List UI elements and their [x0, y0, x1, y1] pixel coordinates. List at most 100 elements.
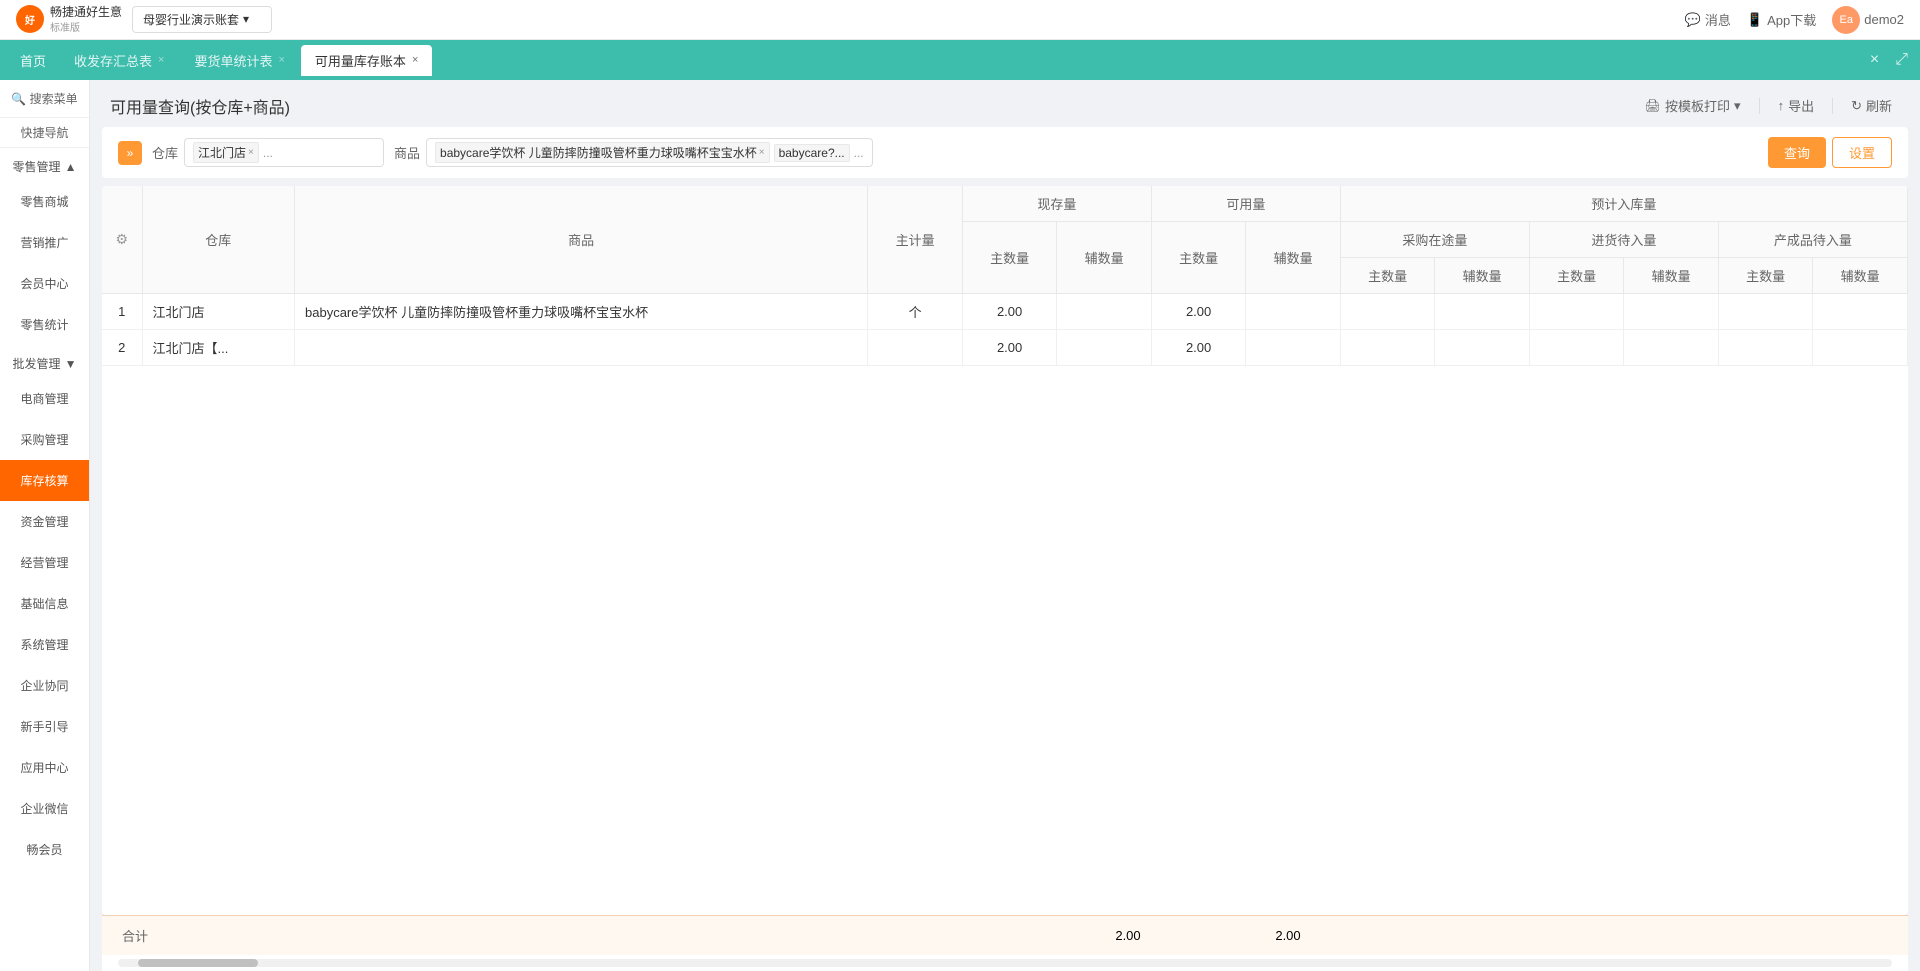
sidebar-item-purchase[interactable]: 采购管理	[0, 419, 89, 460]
tab-receipt-summary[interactable]: 收发存汇总表 ×	[60, 45, 178, 76]
refresh-label: 刷新	[1866, 96, 1892, 115]
print-btn[interactable]: 🖨 按模板打印 ▾	[1637, 92, 1749, 119]
tab-receipt-summary-close[interactable]: ×	[158, 54, 164, 66]
app-icon: 📱	[1747, 12, 1763, 28]
th-purchase-group: 采购在途量	[1340, 222, 1529, 258]
top-bar-left: 好 畅捷通好生意 标准版 母婴行业演示账套 ▾	[16, 5, 272, 34]
setting-button[interactable]: 设置	[1832, 137, 1892, 168]
warehouse-tag: 江北门店 ×	[193, 142, 259, 163]
sidebar-item-finance[interactable]: 资金管理	[0, 501, 89, 542]
logo-text: 畅捷通好生意	[50, 5, 122, 19]
sidebar-item-retail-mgmt[interactable]: 零售管理 ▲	[0, 148, 89, 181]
app-download-btn[interactable]: 📱 App下载	[1747, 10, 1816, 29]
nav-tabs: 首页 收发存汇总表 × 要货单统计表 × 可用量库存账本 × × ⤢	[0, 40, 1920, 80]
sidebar-quick-nav[interactable]: 快捷导航	[0, 118, 89, 148]
sidebar-item-enterprise-collab[interactable]: 企业协同	[0, 665, 89, 706]
filter-expand-btn[interactable]: »	[118, 141, 142, 165]
cell-avail-sub	[1246, 330, 1341, 366]
chevron-down-icon: ▾	[243, 12, 249, 26]
horizontal-scrollbar[interactable]	[118, 959, 1892, 967]
chevron-icon: ▲	[65, 160, 77, 174]
th-warehouse: 仓库	[142, 186, 295, 294]
settings-gear-icon[interactable]: ⚙	[115, 231, 128, 247]
sidebar-item-inventory[interactable]: 库存核算	[0, 460, 89, 501]
cell-inbound-sub	[1624, 330, 1719, 366]
sidebar-item-marketing[interactable]: 营销推广	[0, 222, 89, 263]
tab-receipt-summary-label: 收发存汇总表	[74, 51, 152, 70]
tab-home[interactable]: 首页	[8, 45, 58, 76]
cell-production-main	[1718, 330, 1813, 366]
th-avail-group: 可用量	[1151, 186, 1340, 222]
sidebar-item-basic-info[interactable]: 基础信息	[0, 583, 89, 624]
cell-purchase-sub	[1435, 330, 1530, 366]
sidebar-item-retail-mall[interactable]: 零售商城	[0, 181, 89, 222]
sidebar-item-member-center[interactable]: 会员中心	[0, 263, 89, 304]
cell-purchase-sub	[1435, 294, 1530, 330]
refresh-btn[interactable]: ↻ 刷新	[1843, 92, 1900, 119]
message-btn[interactable]: 💬 消息	[1685, 10, 1731, 29]
tab-available-inventory[interactable]: 可用量库存账本 ×	[301, 45, 432, 76]
cell-avail-main: 2.00	[1151, 294, 1246, 330]
cell-seq: 1	[102, 294, 142, 330]
avatar: Ea	[1832, 6, 1860, 34]
warehouse-tag-close[interactable]: ×	[248, 147, 254, 158]
industry-selector[interactable]: 母婴行业演示账套 ▾	[132, 6, 272, 33]
warehouse-more[interactable]: ...	[263, 146, 273, 160]
tab-available-inventory-close[interactable]: ×	[412, 54, 418, 66]
nav-close-btn[interactable]: ×	[1866, 47, 1883, 73]
sidebar-item-wholesale-mgmt[interactable]: 批发管理 ▼	[0, 345, 89, 378]
sidebar-item-app-center[interactable]: 应用中心	[0, 747, 89, 788]
product-tag-1-text: babycare学饮杯 儿童防摔防撞吸管杯重力球吸嘴杯宝宝水杯	[440, 144, 757, 161]
export-btn[interactable]: ↑ 导出	[1770, 92, 1823, 119]
summary-stock-main: 2.00	[1088, 928, 1168, 943]
logo-icon: 好	[16, 5, 44, 33]
print-label: 按模板打印	[1665, 96, 1730, 115]
cell-inbound-sub	[1624, 294, 1719, 330]
sidebar-item-new-guide[interactable]: 新手引导	[0, 706, 89, 747]
cell-stock-main: 2.00	[962, 294, 1057, 330]
product-filter-field: 商品 babycare学饮杯 儿童防摔防撞吸管杯重力球吸嘴杯宝宝水杯 × bab…	[394, 138, 873, 167]
th-production-sub: 辅数量	[1813, 258, 1908, 294]
product-tag-2-text: babycare?...	[779, 146, 845, 160]
warehouse-filter-input[interactable]: 江北门店 × ...	[184, 138, 384, 167]
main-layout: 🔍 搜索菜单 快捷导航 零售管理 ▲ 零售商城 营销推广 会员中心 零售统计 批…	[0, 80, 1920, 971]
sidebar-item-operations[interactable]: 经营管理	[0, 542, 89, 583]
top-bar-right: 💬 消息 📱 App下载 Ea demo2	[1685, 6, 1904, 34]
sidebar-quick-nav-label: 快捷导航	[20, 126, 68, 140]
tab-order-stats-close[interactable]: ×	[278, 54, 284, 66]
sidebar-item-retail-stats[interactable]: 零售统计	[0, 304, 89, 345]
sidebar-item-enterprise-wechat-label: 企业微信	[20, 800, 68, 817]
sidebar-item-system-mgmt[interactable]: 系统管理	[0, 624, 89, 665]
query-button[interactable]: 查询	[1768, 137, 1826, 168]
th-forecast-group: 预计入库量	[1340, 186, 1907, 222]
scrollbar-thumb[interactable]	[138, 959, 258, 967]
table-row: 2 江北门店【... 2.00 2.00	[102, 330, 1908, 366]
sidebar-search[interactable]: 🔍 搜索菜单	[0, 80, 89, 118]
product-tag-1-close[interactable]: ×	[759, 147, 765, 158]
cell-seq: 2	[102, 330, 142, 366]
sidebar-item-enterprise-wechat[interactable]: 企业微信	[0, 788, 89, 829]
sidebar-item-basic-info-label: 基础信息	[20, 595, 68, 612]
cell-stock-main: 2.00	[962, 330, 1057, 366]
table-wrap: ⚙ 仓库 商品 主计量 现存量 可用量 预计入库量 主数量 辅数量 主数量 辅数…	[102, 186, 1908, 915]
refresh-icon: ↻	[1851, 98, 1862, 114]
nav-maximize-btn[interactable]: ⤢	[1891, 47, 1912, 73]
search-icon: 🔍	[11, 92, 26, 106]
sidebar-item-ecommerce[interactable]: 电商管理	[0, 378, 89, 419]
print-chevron-icon: ▾	[1734, 98, 1741, 114]
tab-order-stats[interactable]: 要货单统计表 ×	[180, 45, 298, 76]
th-stock-group: 现存量	[962, 186, 1151, 222]
sidebar-search-label: 搜索菜单	[30, 92, 78, 106]
sidebar-item-retail-mall-label: 零售商城	[20, 193, 68, 210]
product-tag-1: babycare学饮杯 儿童防摔防撞吸管杯重力球吸嘴杯宝宝水杯 ×	[435, 142, 770, 163]
summary-bar: 合计 2.00 2.00	[102, 915, 1908, 955]
sidebar-item-retail-stats-label: 零售统计	[20, 316, 68, 333]
product-more[interactable]: ...	[854, 146, 864, 160]
sidebar-item-wholesale-mgmt-label: 批发管理	[13, 355, 61, 372]
sidebar-item-inventory-label: 库存核算	[20, 472, 68, 489]
sidebar-item-member[interactable]: 畅会员	[0, 829, 89, 870]
user-area[interactable]: Ea demo2	[1832, 6, 1904, 34]
page-actions: 🖨 按模板打印 ▾ ↑ 导出 ↻ 刷新	[1637, 92, 1901, 119]
product-filter-input[interactable]: babycare学饮杯 儿童防摔防撞吸管杯重力球吸嘴杯宝宝水杯 × babyca…	[426, 138, 873, 167]
divider-2	[1832, 98, 1833, 114]
